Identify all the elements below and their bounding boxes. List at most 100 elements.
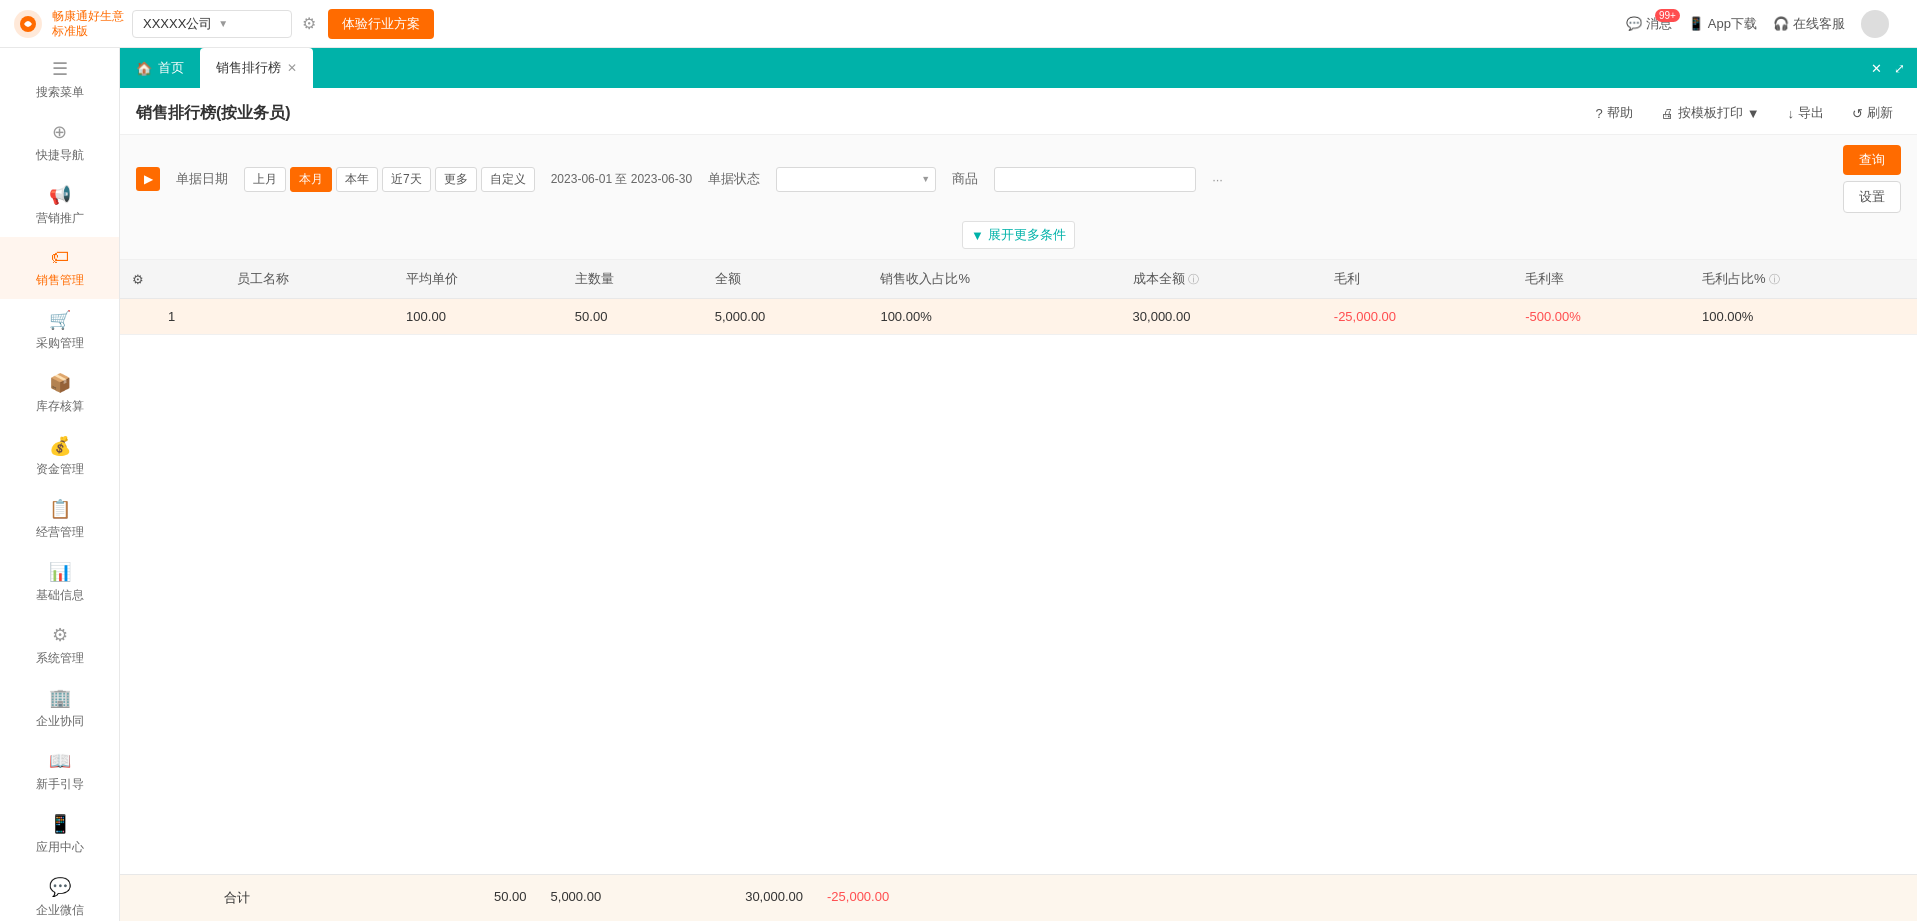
cell-main-qty: 50.00 (563, 299, 703, 335)
experience-btn[interactable]: 体验行业方案 (328, 9, 434, 39)
header-right: 💬 消息 99+ 📱 App下载 🎧 在线客服 (1626, 10, 1905, 38)
company-settings-icon[interactable]: ⚙ (302, 14, 316, 33)
company-selector[interactable]: XXXXX公司 ▼ (132, 10, 292, 38)
sidebar-label-search: 搜索菜单 (36, 84, 84, 101)
sidebar-item-purchase[interactable]: 🛒 采购管理 (0, 299, 119, 362)
sidebar-item-app-center[interactable]: 📱 应用中心 (0, 803, 119, 866)
system-icon: ⚙ (52, 624, 68, 646)
sidebar-item-quick-nav[interactable]: ⊕ 快捷导航 (0, 111, 119, 174)
content-area: 🏠 首页 销售排行榜 ✕ ✕ ⤢ 销售排行榜(按业务员) ? 帮助 (120, 48, 1917, 921)
export-btn[interactable]: ↓ 导出 (1780, 100, 1833, 126)
goods-input[interactable] (994, 167, 1196, 192)
sidebar-label-enterprise: 企业协同 (36, 713, 84, 730)
query-btn[interactable]: 查询 (1843, 145, 1901, 175)
page-title: 销售排行榜(按业务员) (136, 103, 291, 124)
sidebar: ☰ 搜索菜单 ⊕ 快捷导航 📢 营销推广 🏷 销售管理 🛒 采购管理 📦 库存核… (0, 48, 120, 921)
sidebar-item-sales[interactable]: 🏷 销售管理 (0, 237, 119, 299)
col-header-amount: 全额 (703, 260, 869, 299)
date-btn-group: 上月 本月 本年 近7天 更多 自定义 (244, 167, 535, 192)
sidebar-item-guide[interactable]: 📖 新手引导 (0, 740, 119, 803)
footer-spacer-ratio (613, 885, 733, 911)
cost-info-icon[interactable]: ⓘ (1188, 273, 1199, 285)
tab-sales-rank[interactable]: 销售排行榜 ✕ (200, 48, 313, 88)
footer-main-qty: 50.00 (482, 885, 539, 911)
logo-icon (12, 8, 44, 40)
table-container: ⚙ 员工名称 平均单价 主数量 全额 销售收入占比% 成本全额 ⓘ 毛利 毛利率… (120, 260, 1917, 874)
app-download-label: App下载 (1708, 15, 1757, 33)
tab-close-all-icon[interactable]: ✕ (1871, 61, 1882, 76)
company-dropdown-icon: ▼ (218, 18, 228, 29)
sidebar-item-marketing[interactable]: 📢 营销推广 (0, 174, 119, 237)
right-action-col: 查询 设置 (1843, 145, 1901, 213)
basic-info-icon: 📊 (49, 561, 71, 583)
page-actions: ? 帮助 🖨 按模板打印 ▼ ↓ 导出 ↺ 刷新 (1587, 100, 1901, 126)
sidebar-label-wechat: 企业微信 (36, 902, 84, 919)
date-custom-btn[interactable]: 自定义 (481, 167, 535, 192)
help-btn[interactable]: ? 帮助 (1587, 100, 1640, 126)
message-badge: 99+ (1655, 9, 1680, 22)
refresh-btn[interactable]: ↺ 刷新 (1844, 100, 1901, 126)
footer-label (132, 885, 212, 911)
cell-avg-price: 100.00 (394, 299, 563, 335)
cell-gross-margin: -500.00% (1513, 299, 1690, 335)
status-filter-label: 单据状态 (708, 170, 760, 188)
sidebar-item-operations[interactable]: 📋 经营管理 (0, 488, 119, 551)
avatar[interactable] (1861, 10, 1889, 38)
sidebar-item-search-order[interactable]: ☰ 搜索菜单 (0, 48, 119, 111)
tab-restore-icon[interactable]: ⤢ (1894, 61, 1905, 76)
top-header: 畅康通好生意 标准版 XXXXX公司 ▼ ⚙ 体验行业方案 💬 消息 99+ 📱… (0, 0, 1917, 48)
table-head: ⚙ 员工名称 平均单价 主数量 全额 销售收入占比% 成本全额 ⓘ 毛利 毛利率… (120, 260, 1917, 299)
col-header-gross-profit: 毛利 (1322, 260, 1513, 299)
main-layout: ☰ 搜索菜单 ⊕ 快捷导航 📢 营销推广 🏷 销售管理 🛒 采购管理 📦 库存核… (0, 48, 1917, 921)
tab-home[interactable]: 🏠 首页 (120, 48, 200, 88)
tab-close-icon[interactable]: ✕ (287, 61, 297, 75)
sidebar-item-basic-info[interactable]: 📊 基础信息 (0, 551, 119, 614)
data-table: ⚙ 员工名称 平均单价 主数量 全额 销售收入占比% 成本全额 ⓘ 毛利 毛利率… (120, 260, 1917, 335)
filter-bar: ▶ 单据日期 上月 本月 本年 近7天 更多 自定义 2023-06-01 至 … (120, 135, 1917, 260)
col-header-settings[interactable]: ⚙ (120, 260, 156, 299)
status-select-wrap (776, 167, 936, 192)
settings-btn[interactable]: 设置 (1843, 181, 1901, 213)
sidebar-label-sales: 销售管理 (36, 272, 84, 289)
date-this-year-btn[interactable]: 本年 (336, 167, 378, 192)
print-icon: 🖨 (1661, 106, 1674, 121)
table-header-row: ⚙ 员工名称 平均单价 主数量 全额 销售收入占比% 成本全额 ⓘ 毛利 毛利率… (120, 260, 1917, 299)
template-print-btn[interactable]: 🖨 按模板打印 ▼ (1653, 100, 1768, 126)
sidebar-item-system[interactable]: ⚙ 系统管理 (0, 614, 119, 677)
message-btn[interactable]: 💬 消息 99+ (1626, 15, 1672, 33)
page-header: 销售排行榜(按业务员) ? 帮助 🖨 按模板打印 ▼ ↓ 导出 (120, 88, 1917, 135)
company-name: XXXXX公司 (143, 15, 212, 33)
col-header-rank (156, 260, 225, 299)
sales-icon: 🏷 (51, 247, 69, 268)
operations-icon: 📋 (49, 498, 71, 520)
gross-ratio-info-icon[interactable]: ⓘ (1769, 273, 1780, 285)
sidebar-item-finance[interactable]: 💰 资金管理 (0, 425, 119, 488)
footer-total-label: 合计 (212, 885, 262, 911)
filter-more-icon[interactable]: ··· (1212, 172, 1223, 187)
col-header-gross-margin: 毛利率 (1513, 260, 1690, 299)
app-center-icon: 📱 (49, 813, 71, 835)
sidebar-label-quick: 快捷导航 (36, 147, 84, 164)
app-download-btn[interactable]: 📱 App下载 (1688, 15, 1757, 33)
sidebar-label-operations: 经营管理 (36, 524, 84, 541)
footer-spacer-employee (262, 885, 382, 911)
date-last7-btn[interactable]: 近7天 (382, 167, 431, 192)
date-prev-month-btn[interactable]: 上月 (244, 167, 286, 192)
sidebar-item-inventory[interactable]: 📦 库存核算 (0, 362, 119, 425)
marketing-icon: 📢 (49, 184, 71, 206)
online-service-btn[interactable]: 🎧 在线客服 (1773, 15, 1845, 33)
inventory-icon: 📦 (49, 372, 71, 394)
date-more-btn[interactable]: 更多 (435, 167, 477, 192)
online-service-label: 在线客服 (1793, 15, 1845, 33)
sidebar-item-wechat[interactable]: 💬 企业微信 (0, 866, 119, 921)
sidebar-item-enterprise[interactable]: 🏢 企业协同 (0, 677, 119, 740)
logo-area: 畅康通好生意 标准版 (12, 8, 132, 40)
app-download-icon: 📱 (1688, 16, 1704, 31)
home-icon: 🏠 (136, 61, 152, 76)
expand-conditions-btn[interactable]: ▼ 展开更多条件 (962, 221, 1075, 249)
headset-icon: 🎧 (1773, 16, 1789, 31)
expand-arrow-btn[interactable]: ▶ (136, 167, 160, 191)
status-select[interactable] (776, 167, 936, 192)
date-this-month-btn[interactable]: 本月 (290, 167, 332, 192)
cell-gross-profit: -25,000.00 (1322, 299, 1513, 335)
